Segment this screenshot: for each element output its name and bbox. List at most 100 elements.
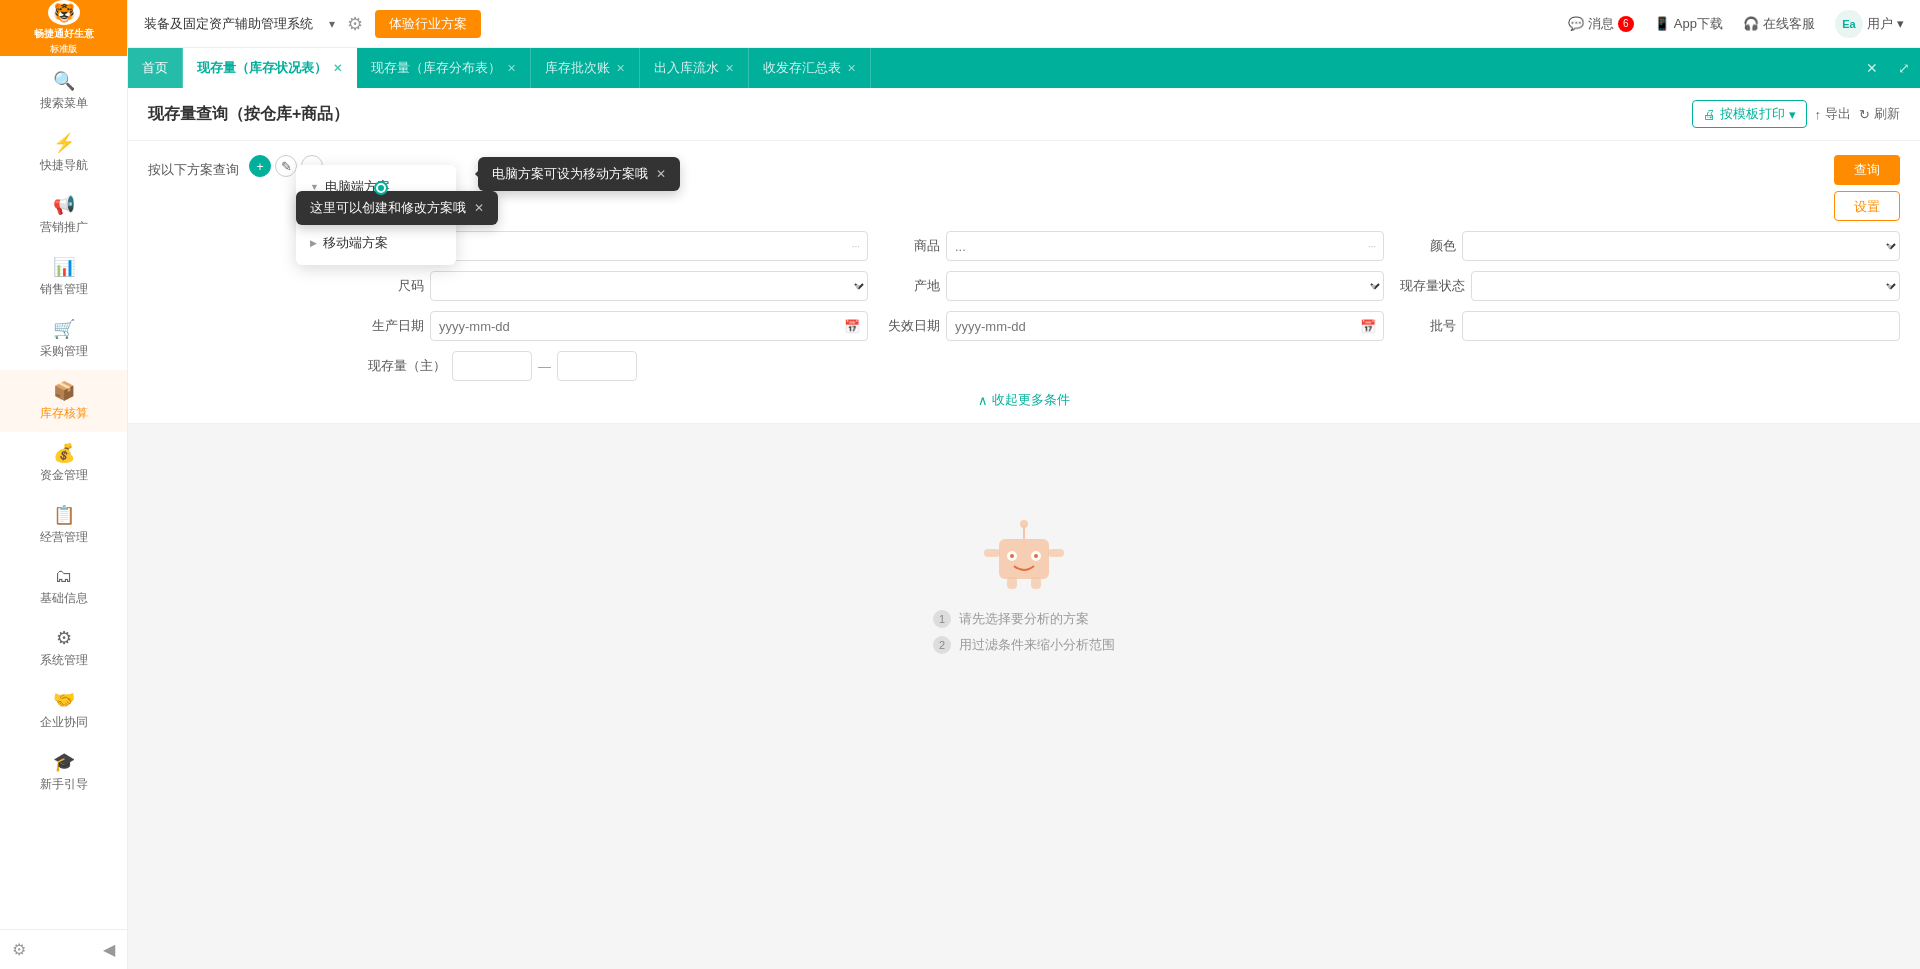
tab-collect-summary[interactable]: 收发存汇总表 ✕ [749,48,871,88]
filter-row-2: 尺码 ▾ 产地 ▾ [368,271,1900,301]
topbar: 装备及固定资产辅助管理系统 ▾ ⚙ 体验行业方案 💬 消息 6 📱 App下载 … [128,0,1920,48]
batch-input[interactable] [1462,311,1900,341]
filter-area: 按以下方案查询 + ✎ ← ▼ 电脑端方案 按商品 [128,141,1920,424]
industry-btn[interactable]: 体验行业方案 [375,10,481,38]
svg-point-4 [1034,554,1038,558]
sidebar-item-quick-nav[interactable]: ⚡ 快捷导航 [0,122,127,184]
finance-icon: 💰 [53,442,75,464]
size-select[interactable] [430,271,868,301]
origin-field-group: 产地 ▾ [884,271,1384,301]
phone-icon: 📱 [1654,16,1670,31]
refresh-label: 刷新 [1874,105,1900,123]
tab-expand-btn[interactable]: ⤢ [1888,48,1920,88]
sidebar-item-finance[interactable]: 💰 资金管理 [0,432,127,494]
color-label: 颜色 [1400,237,1456,255]
tab-close-all-btn[interactable]: ✕ [1856,48,1888,88]
stock-main-from[interactable] [452,351,532,381]
system-dropdown[interactable]: ▾ [329,17,335,31]
refresh-btn[interactable]: ↻ 刷新 [1859,105,1900,123]
stock-main-to[interactable] [557,351,637,381]
expire-date-input[interactable] [946,311,1384,341]
user-item[interactable]: Ea 用户 ▾ [1835,10,1904,38]
operations-icon: 📋 [53,504,75,526]
empty-hint-1: 1 请先选择要分析的方案 [933,610,1089,628]
add-scheme-btn[interactable]: + [249,155,271,177]
origin-label: 产地 [884,277,940,295]
search-btn[interactable]: 查询 [1834,155,1900,185]
sidebar-item-enterprise[interactable]: 🤝 企业协同 [0,679,127,741]
range-sep: — [538,359,551,374]
hint-num-1: 1 [933,610,951,628]
collapse-sidebar-icon[interactable]: ◀ [103,940,115,959]
tab-in-out-flow[interactable]: 出入库流水 ✕ [640,48,749,88]
goods-input[interactable] [946,231,1384,261]
online-support-item[interactable]: 🎧 在线客服 [1743,15,1815,33]
produce-date-label: 生产日期 [368,317,424,335]
sidebar-item-search-menu[interactable]: 🔍 搜索菜单 [0,60,127,122]
size-label: 尺码 [368,277,424,295]
produce-date-field-group: 生产日期 📅 [368,311,868,341]
filter-row-1: 仓库 ··· 商品 ··· [368,231,1900,261]
app-download-item[interactable]: 📱 App下载 [1654,15,1723,33]
notifications-item[interactable]: 💬 消息 6 [1568,15,1634,33]
origin-select[interactable] [946,271,1384,301]
tab-close-icon[interactable]: ✕ [507,62,516,75]
sidebar-item-label: 系统管理 [40,652,88,669]
stock-status-control: ▾ [1471,271,1900,301]
notifications-badge: 6 [1618,16,1634,32]
purchase-icon: 🛒 [53,318,75,340]
tab-close-icon[interactable]: ✕ [725,62,734,75]
empty-illustration [974,504,1074,594]
expire-date-label: 失效日期 [884,317,940,335]
notifications-label: 消息 [1588,15,1614,33]
warehouse-input[interactable] [430,231,868,261]
svg-point-6 [1020,520,1028,528]
tooltip1-close[interactable]: ✕ [656,167,666,181]
stock-status-select[interactable] [1471,271,1900,301]
expand-icon: ▶ [310,238,317,248]
sidebar-item-operations[interactable]: 📋 经营管理 [0,494,127,556]
sidebar-nav: 🔍 搜索菜单 ⚡ 快捷导航 📢 营销推广 📊 销售管理 🛒 采购管理 📦 库存核… [0,56,127,929]
sales-icon: 📊 [53,256,75,278]
notification-icon: 💬 [1568,16,1584,31]
tooltip2-close[interactable]: ✕ [474,201,484,215]
export-btn[interactable]: ↑ 导出 [1815,105,1852,123]
reset-btn[interactable]: 设置 [1834,191,1900,221]
tab-inventory-status[interactable]: 现存量（库存状况表） ✕ [183,48,357,88]
tabbar: 首页 现存量（库存状况表） ✕ 现存量（库存分布表） ✕ 库存批次账 ✕ 出入库… [128,48,1920,88]
tab-home[interactable]: 首页 [128,48,183,88]
scheme-tooltip2: 这里可以创建和修改方案哦 ✕ [296,191,498,225]
template-print-btn[interactable]: 🖨 按模板打印 ▾ [1692,100,1807,128]
goods-label: 商品 [884,237,940,255]
topbar-right: 💬 消息 6 📱 App下载 🎧 在线客服 Ea 用户 ▾ [1568,10,1904,38]
produce-date-input[interactable] [430,311,868,341]
svg-point-3 [1010,554,1014,558]
tab-close-icon[interactable]: ✕ [847,62,856,75]
tab-batch-account[interactable]: 库存批次账 ✕ [531,48,640,88]
sidebar-item-purchase[interactable]: 🛒 采购管理 [0,308,127,370]
filter-row-3: 生产日期 📅 失效日期 📅 [368,311,1900,341]
tab-inventory-dist[interactable]: 现存量（库存分布表） ✕ [357,48,531,88]
guide-icon: 🎓 [53,751,75,773]
sidebar-item-inventory[interactable]: 📦 库存核算 [0,370,127,432]
settings-footer-icon[interactable]: ⚙ [12,940,26,959]
filter-row-4: 现存量（主） — [368,351,1900,381]
edit-scheme-btn[interactable]: ✎ [275,155,297,177]
filter-action-buttons: 查询 设置 [1834,155,1900,221]
color-select[interactable] [1462,231,1900,261]
sidebar-item-basic-info[interactable]: 🗂 基础信息 [0,556,127,617]
sidebar-item-label: 库存核算 [40,405,88,422]
collapse-btn[interactable]: ∧ 收起更多条件 [148,391,1900,409]
online-support-label: 在线客服 [1763,15,1815,33]
scheme-tooltip1: 电脑方案可设为移动方案哦 ✕ [478,157,680,191]
sidebar-item-sales[interactable]: 📊 销售管理 [0,246,127,308]
sidebar-item-marketing[interactable]: 📢 营销推广 [0,184,127,246]
tab-close-icon[interactable]: ✕ [333,62,342,75]
sidebar-item-guide[interactable]: 🎓 新手引导 [0,741,127,803]
tooltip1-text: 电脑方案可设为移动方案哦 [492,165,648,183]
basic-info-icon: 🗂 [55,566,73,587]
mobile-scheme-item[interactable]: ▶ 移动端方案 [296,229,456,257]
sidebar-item-system[interactable]: ⚙ 系统管理 [0,617,127,679]
settings-icon[interactable]: ⚙ [347,13,363,35]
tab-close-icon[interactable]: ✕ [616,62,625,75]
